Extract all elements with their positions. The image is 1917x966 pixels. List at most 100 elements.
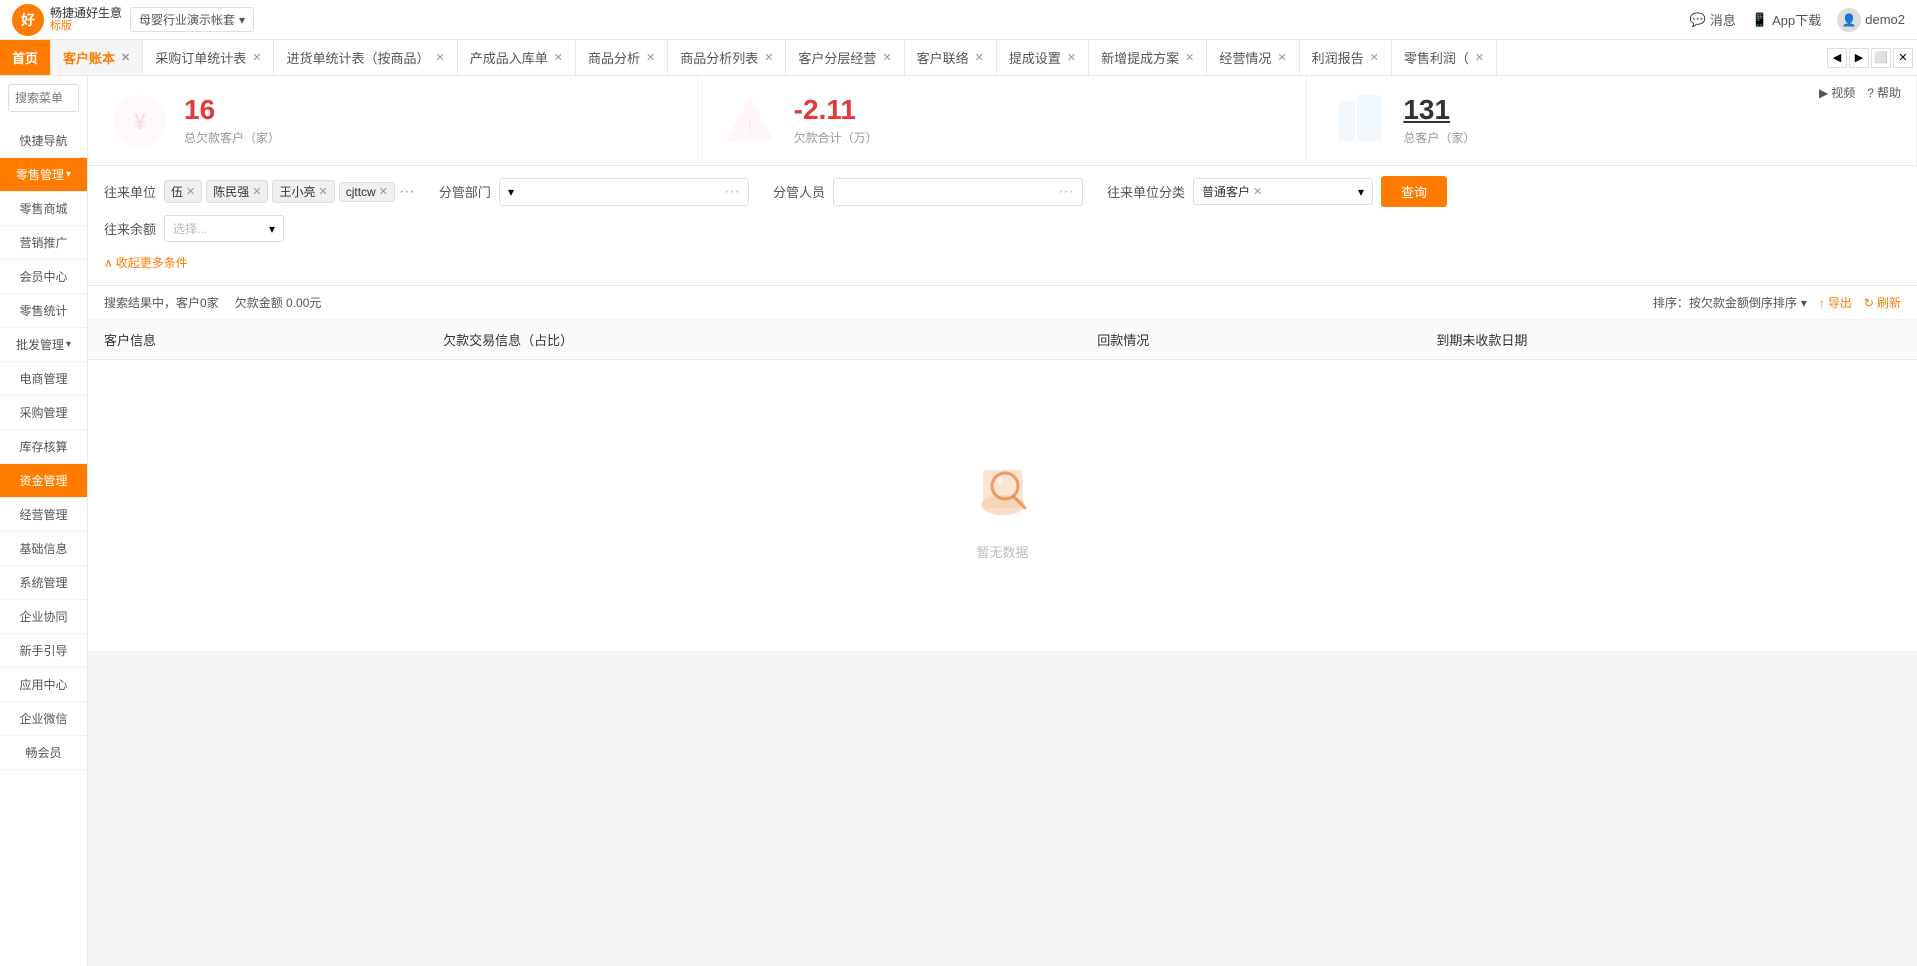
close-icon[interactable]: ✕ bbox=[436, 51, 445, 64]
tab-customer-segment[interactable]: 客户分层经营 ✕ bbox=[786, 40, 904, 75]
collapse-row: ∧ 收起更多条件 bbox=[104, 250, 1901, 275]
close-icon[interactable]: ✕ bbox=[1277, 51, 1286, 64]
message-btn[interactable]: 💬 消息 bbox=[1690, 10, 1736, 29]
remove-tag-wang[interactable]: ✕ bbox=[319, 185, 328, 198]
close-icon[interactable]: ✕ bbox=[764, 51, 773, 64]
nav-tabs: 首页 客户账本 ✕ 采购订单统计表 ✕ 进货单统计表（按商品） ✕ 产成品入库单… bbox=[0, 40, 1917, 76]
remove-tag-chen[interactable]: ✕ bbox=[252, 185, 261, 198]
help-btn[interactable]: ? 帮助 bbox=[1867, 84, 1901, 101]
sidebar-quick-nav[interactable]: 快捷导航 bbox=[0, 124, 87, 158]
tab-customer-contact[interactable]: 客户联络 ✕ bbox=[905, 40, 997, 75]
collapse-btn[interactable]: ∧ 收起更多条件 bbox=[104, 254, 1901, 271]
tab-close-all[interactable]: ✕ bbox=[1893, 48, 1913, 68]
svg-text:!: ! bbox=[747, 120, 751, 137]
tab-business-status[interactable]: 经营情况 ✕ bbox=[1207, 40, 1299, 75]
select-more-icon2[interactable]: ··· bbox=[1058, 183, 1074, 201]
sidebar-item-system[interactable]: 系统管理 bbox=[0, 566, 87, 600]
tab-new-promotion[interactable]: 新增提成方案 ✕ bbox=[1089, 40, 1207, 75]
tab-scroll-right[interactable]: ▶ bbox=[1849, 48, 1869, 68]
close-icon[interactable]: ✕ bbox=[554, 51, 563, 64]
tab-inbound-stats[interactable]: 进货单统计表（按商品） ✕ bbox=[274, 40, 457, 75]
sidebar-item-app-center[interactable]: 应用中心 bbox=[0, 668, 87, 702]
sidebar-item-vip-member[interactable]: 畅会员 bbox=[0, 736, 87, 770]
export-btn[interactable]: ↑ 导出 bbox=[1819, 294, 1852, 311]
tab-label: 客户分层经营 bbox=[798, 48, 876, 67]
tab-retail-profit[interactable]: 零售利润（ ✕ bbox=[1392, 40, 1497, 75]
query-button[interactable]: 查询 bbox=[1381, 176, 1447, 207]
tab-product-analysis-list[interactable]: 商品分析列表 ✕ bbox=[668, 40, 786, 75]
select-more-icon[interactable]: ··· bbox=[724, 183, 740, 201]
tab-label: 经营情况 bbox=[1219, 48, 1271, 67]
sidebar-item-member[interactable]: 会员中心 bbox=[0, 260, 87, 294]
tab-customer-capital[interactable]: 客户账本 ✕ bbox=[51, 40, 143, 75]
sidebar-item-inventory[interactable]: 库存核算 bbox=[0, 430, 87, 464]
message-icon: 💬 bbox=[1690, 12, 1706, 28]
suite-selector[interactable]: 母婴行业演示帐套 ▾ bbox=[130, 7, 254, 32]
close-icon[interactable]: ✕ bbox=[252, 51, 261, 64]
top-bar-right: 💬 消息 📱 App下载 👤 demo2 bbox=[1690, 8, 1905, 32]
sidebar-item-capital[interactable]: 资金管理 bbox=[0, 464, 87, 498]
sidebar-item-retail-mgmt[interactable]: 零售管理 ▾ bbox=[0, 158, 87, 192]
select-chevron2: ▾ bbox=[1358, 185, 1364, 199]
sidebar-item-purchase[interactable]: 采购管理 bbox=[0, 396, 87, 430]
video-help-btn[interactable]: ▶ 视频 bbox=[1819, 84, 1855, 101]
sidebar-item-wholesale[interactable]: 批发管理 ▾ bbox=[0, 328, 87, 362]
close-icon[interactable]: ✕ bbox=[1067, 51, 1076, 64]
tab-purchase-order[interactable]: 采购订单统计表 ✕ bbox=[143, 40, 274, 75]
remove-tag-wu[interactable]: ✕ bbox=[186, 185, 195, 198]
search-input[interactable] bbox=[8, 84, 79, 112]
close-icon[interactable]: ✕ bbox=[882, 51, 891, 64]
filter-tag-normal[interactable]: 普通客户 ✕ bbox=[1202, 183, 1262, 200]
tab-product-analysis[interactable]: 商品分析 ✕ bbox=[576, 40, 668, 75]
close-icon[interactable]: ✕ bbox=[646, 51, 655, 64]
tab-scroll-left[interactable]: ◀ bbox=[1827, 48, 1847, 68]
refresh-btn[interactable]: ↻ 刷新 bbox=[1864, 294, 1901, 311]
sidebar-item-ecommerce[interactable]: 电商管理 bbox=[0, 362, 87, 396]
sidebar-item-retail-mall[interactable]: 零售商城 bbox=[0, 192, 87, 226]
close-icon[interactable]: ✕ bbox=[1370, 51, 1379, 64]
table-toolbar: 搜索结果中，客户0家 欠款金额 0.00元 排序：按欠款金额倒序排序 ▾ ↑ 导… bbox=[88, 286, 1917, 320]
tab-label: 利润报告 bbox=[1312, 48, 1364, 67]
filter-manager-select[interactable]: ··· bbox=[833, 178, 1083, 206]
empty-text: 暂无数据 bbox=[976, 542, 1028, 561]
filter-dept-select[interactable]: ▾ ··· bbox=[499, 178, 749, 206]
close-icon[interactable]: ✕ bbox=[1185, 51, 1194, 64]
tab-home[interactable]: 首页 bbox=[0, 40, 51, 75]
filter-tag-wang[interactable]: 王小亮 ✕ bbox=[272, 180, 334, 203]
filter-tag-cjttcw[interactable]: cjttcw ✕ bbox=[339, 182, 395, 202]
remove-unit-class[interactable]: ✕ bbox=[1253, 185, 1262, 198]
sidebar-item-operation[interactable]: 经营管理 bbox=[0, 498, 87, 532]
tab-product-inbound[interactable]: 产成品入库单 ✕ bbox=[458, 40, 576, 75]
filter-row-1: 往来单位 伍 ✕ 陈民强 ✕ 王小亮 ✕ cjttcw bbox=[104, 176, 1901, 207]
filter-tag-wu[interactable]: 伍 ✕ bbox=[164, 180, 202, 203]
tab-expand[interactable]: ⬜ bbox=[1871, 48, 1891, 68]
sidebar-item-retail-stats[interactable]: 零售统计 bbox=[0, 294, 87, 328]
filter-tag-chen[interactable]: 陈民强 ✕ bbox=[206, 180, 268, 203]
top-bar: 好 畅捷通好生意 标版 母婴行业演示帐套 ▾ 💬 消息 📱 App下载 👤 de… bbox=[0, 0, 1917, 40]
tab-label: 采购订单统计表 bbox=[155, 48, 246, 67]
filter-unit-class-select[interactable]: 普通客户 ✕ ▾ bbox=[1193, 178, 1373, 205]
remove-tag-cjttcw[interactable]: ✕ bbox=[379, 185, 388, 198]
avatar-icon: 👤 bbox=[1837, 8, 1861, 32]
sidebar-item-basic-info[interactable]: 基础信息 bbox=[0, 532, 87, 566]
close-icon[interactable]: ✕ bbox=[1475, 51, 1484, 64]
filter-balance-select[interactable]: 选择... ▾ bbox=[164, 215, 284, 242]
logo-text: 畅捷通好生意 标版 bbox=[50, 6, 122, 34]
tab-label: 进货单统计表（按商品） bbox=[286, 48, 429, 67]
sidebar-item-new-guide[interactable]: 新手引导 bbox=[0, 634, 87, 668]
sort-label: 排序：按欠款金额倒序排序 bbox=[1653, 294, 1797, 311]
sidebar-item-enterprise-wechat[interactable]: 企业微信 bbox=[0, 702, 87, 736]
tab-promotion-settings[interactable]: 提成设置 ✕ bbox=[997, 40, 1089, 75]
tab-profit-report[interactable]: 利润报告 ✕ bbox=[1300, 40, 1392, 75]
stat-label-1: 总欠款客户（家） bbox=[184, 129, 280, 146]
more-tags-btn[interactable]: ··· bbox=[399, 183, 415, 201]
tab-label: 商品分析 bbox=[588, 48, 640, 67]
sidebar-item-enterprise-collab[interactable]: 企业协同 bbox=[0, 600, 87, 634]
close-icon[interactable]: ✕ bbox=[121, 51, 130, 64]
sidebar-item-marketing[interactable]: 营销推广 bbox=[0, 226, 87, 260]
user-avatar[interactable]: 👤 demo2 bbox=[1837, 8, 1905, 32]
close-icon[interactable]: ✕ bbox=[975, 51, 984, 64]
download-icon: 📱 bbox=[1752, 12, 1768, 28]
app-download-btn[interactable]: 📱 App下载 bbox=[1752, 10, 1821, 29]
sort-selector[interactable]: 排序：按欠款金额倒序排序 ▾ bbox=[1653, 294, 1807, 311]
